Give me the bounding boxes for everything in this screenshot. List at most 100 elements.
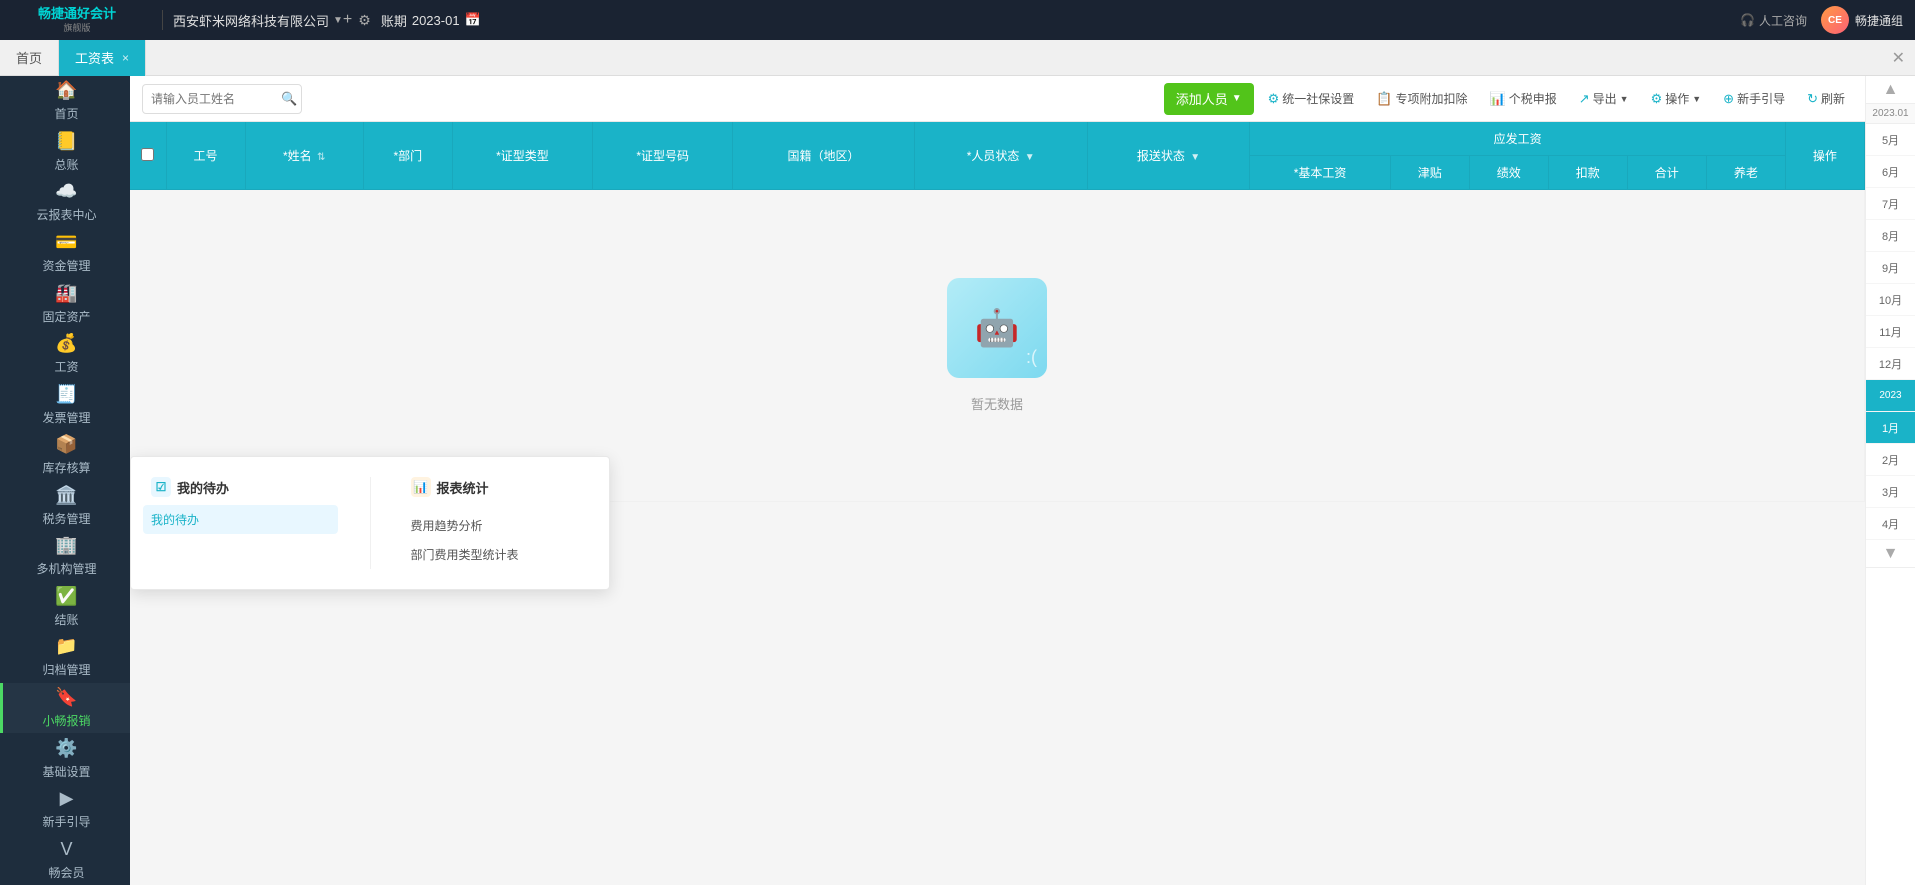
search-input[interactable] xyxy=(151,92,281,106)
member-icon: V xyxy=(60,839,72,860)
person-status-filter-icon: ▼ xyxy=(1025,152,1035,163)
year-label-2023: 2023.01 xyxy=(1866,104,1915,124)
sidebar-item-multi[interactable]: 🏢 多机构管理 xyxy=(0,531,130,582)
month-item-2023-03[interactable]: 3月 xyxy=(1866,476,1915,508)
export-icon: ↗ xyxy=(1579,91,1590,107)
tax-report-button[interactable]: 📊 个税申报 xyxy=(1482,84,1565,114)
service-label: 人工咨询 xyxy=(1759,12,1807,29)
cloud-icon: ☁️ xyxy=(55,181,77,202)
sidebar-item-salary[interactable]: 💰 工资 xyxy=(0,329,130,380)
multi-icon: 🏢 xyxy=(55,535,77,556)
month-item-2022-07[interactable]: 7月 xyxy=(1866,188,1915,220)
th-job-number: 工号 xyxy=(166,122,245,190)
month-item-2023-04[interactable]: 4月 xyxy=(1866,508,1915,540)
toolbar: 🔍 添加人员 ▼ ⚙ 统一社保设置 📋 专项附加扣除 📊 个税申报 ↗ 导出 xyxy=(130,76,1865,122)
basic-icon: ⚙️ xyxy=(55,738,77,759)
sidebar-item-assets[interactable]: 🏭 固定资产 xyxy=(0,278,130,329)
month-nav-down[interactable]: ▼ xyxy=(1866,540,1915,568)
th-allowance: 津贴 xyxy=(1390,156,1469,190)
operation-dropdown-icon: ▼ xyxy=(1692,94,1701,104)
avatar: CE xyxy=(1821,6,1849,34)
refresh-button[interactable]: ↻ 刷新 xyxy=(1799,84,1853,114)
export-button[interactable]: ↗ 导出 ▼ xyxy=(1571,84,1637,114)
add-person-dropdown-icon: ▼ xyxy=(1232,93,1242,104)
month-panel: ▲ 2023.01 5月 6月 7月 8月 9月 10月 11月 12月 202… xyxy=(1865,76,1915,885)
th-report-status[interactable]: 报送状态 ▼ xyxy=(1087,122,1250,190)
sidebar-item-archive[interactable]: 📁 归档管理 xyxy=(0,632,130,683)
checkbox-all-th[interactable] xyxy=(130,122,166,190)
user-name: 畅捷通组 xyxy=(1855,12,1903,29)
tab-home[interactable]: 首页 xyxy=(0,40,59,76)
logo-area: 畅捷通好会计 旗舰版 xyxy=(12,6,142,35)
sidebar-item-invoice[interactable]: 🧾 发票管理 xyxy=(0,379,130,430)
chevron-down-icon: ▼ xyxy=(333,15,343,26)
month-nav-up[interactable]: ▲ xyxy=(1866,76,1915,104)
tab-bar: 首页 工资表 × ✕ xyxy=(0,40,1915,76)
empty-state-cell: 🤖 暂无数据 xyxy=(130,190,1865,502)
sidebar-label-basic: 基础设置 xyxy=(42,763,90,780)
sidebar-item-checkout[interactable]: ✅ 结账 xyxy=(0,582,130,633)
period-selector[interactable]: 账期 2023-01 📅 xyxy=(381,11,481,30)
sidebar-label-ledger: 总账 xyxy=(54,156,78,173)
month-item-2022-11[interactable]: 11月 xyxy=(1866,316,1915,348)
popup-item-cost-trend[interactable]: 费用趋势分析 xyxy=(411,511,590,540)
sidebar-item-home[interactable]: 🏠 首页 xyxy=(0,76,130,127)
tab-bar-close-button[interactable]: ✕ xyxy=(1892,48,1915,68)
inventory-icon: 📦 xyxy=(55,434,77,455)
sidebar-item-guide[interactable]: ▶ 新手引导 xyxy=(0,784,130,835)
service-icon: 🎧 xyxy=(1740,13,1755,27)
logo-text: 畅捷通好会计 xyxy=(38,6,116,22)
todo-title-label: 我的待办 xyxy=(177,478,229,497)
th-name[interactable]: *姓名 ⇅ xyxy=(245,122,363,190)
guide-button[interactable]: ⊕ 新手引导 xyxy=(1715,84,1793,114)
month-item-2022-08[interactable]: 8月 xyxy=(1866,220,1915,252)
add-person-button[interactable]: 添加人员 ▼ xyxy=(1164,83,1254,115)
sidebar-label-tax: 税务管理 xyxy=(42,510,90,527)
month-item-2022-09[interactable]: 9月 xyxy=(1866,252,1915,284)
th-person-status[interactable]: *人员状态 ▼ xyxy=(914,122,1087,190)
special-deduction-button[interactable]: 📋 专项附加扣除 xyxy=(1368,84,1475,114)
month-item-2022-10[interactable]: 10月 xyxy=(1866,284,1915,316)
social-security-button[interactable]: ⚙ 统一社保设置 xyxy=(1260,84,1363,114)
user-menu[interactable]: CE 畅捷通组 xyxy=(1821,6,1903,34)
add-company-button[interactable]: + xyxy=(343,11,352,29)
month-item-2022-05[interactable]: 5月 xyxy=(1866,124,1915,156)
th-basic-wage: *基本工资 xyxy=(1250,156,1390,190)
settings-icon[interactable]: ⚙ xyxy=(358,12,371,29)
sidebar-label-inventory: 库存核算 xyxy=(42,459,90,476)
month-item-2022-12[interactable]: 12月 xyxy=(1866,348,1915,380)
sidebar-item-tax[interactable]: 🏛️ 税务管理 xyxy=(0,481,130,532)
salary-icon: 💰 xyxy=(55,333,77,354)
sidebar-item-basic[interactable]: ⚙️ 基础设置 xyxy=(0,733,130,784)
popup-menu: ☑ 我的待办 我的待办 📊 报表统计 费用趋势分析 部门费用类型统计表 xyxy=(130,456,610,590)
month-item-2023-01[interactable]: 1月 xyxy=(1866,412,1915,444)
sidebar-item-ledger[interactable]: 📒 总账 xyxy=(0,127,130,178)
customer-service-button[interactable]: 🎧 人工咨询 xyxy=(1740,12,1807,29)
month-item-2023-02[interactable]: 2月 xyxy=(1866,444,1915,476)
popup-report-title: 📊 报表统计 xyxy=(411,477,590,497)
sidebar-item-member[interactable]: V 畅会员 xyxy=(0,834,130,885)
company-selector[interactable]: 西安虾米网络科技有限公司 ▼ xyxy=(173,11,343,30)
tab-close-icon[interactable]: × xyxy=(122,51,129,65)
th-deduction: 扣款 xyxy=(1548,156,1627,190)
sidebar-item-inventory[interactable]: 📦 库存核算 xyxy=(0,430,130,481)
select-all-checkbox[interactable] xyxy=(141,148,154,161)
top-header: 畅捷通好会计 旗舰版 西安虾米网络科技有限公司 ▼ + ⚙ 账期 2023-01… xyxy=(0,0,1915,40)
salary-table: 工号 *姓名 ⇅ *部门 *证型类型 *证型号码 国籍（地区） *人员状态 ▼ xyxy=(130,122,1865,502)
sidebar-item-cloud[interactable]: ☁️ 云报表中心 xyxy=(0,177,130,228)
popup-item-dept-cost[interactable]: 部门费用类型统计表 xyxy=(411,540,590,569)
sidebar-item-xiaochang[interactable]: 🔖 小畅报销 xyxy=(0,683,130,734)
popup-item-my-todo[interactable]: 我的待办 xyxy=(143,505,338,534)
assets-icon: 🏭 xyxy=(55,283,77,304)
month-item-2022-06[interactable]: 6月 xyxy=(1866,156,1915,188)
calendar-icon: 📅 xyxy=(465,12,481,28)
invoice-icon: 🧾 xyxy=(55,384,77,405)
sidebar-item-funds[interactable]: 💳 资金管理 xyxy=(0,228,130,279)
tab-salary[interactable]: 工资表 × xyxy=(59,40,146,76)
main-layout: 🏠 首页 📒 总账 ☁️ 云报表中心 💳 资金管理 🏭 固定资产 💰 工资 🧾 … xyxy=(0,76,1915,885)
name-sort-icon: ⇅ xyxy=(317,152,325,163)
guide-label: 新手引导 xyxy=(1737,90,1785,107)
operation-button[interactable]: ⚙ 操作 ▼ xyxy=(1643,84,1710,114)
popup-todo-title: ☑ 我的待办 xyxy=(151,477,330,497)
popup-divider xyxy=(370,477,371,569)
